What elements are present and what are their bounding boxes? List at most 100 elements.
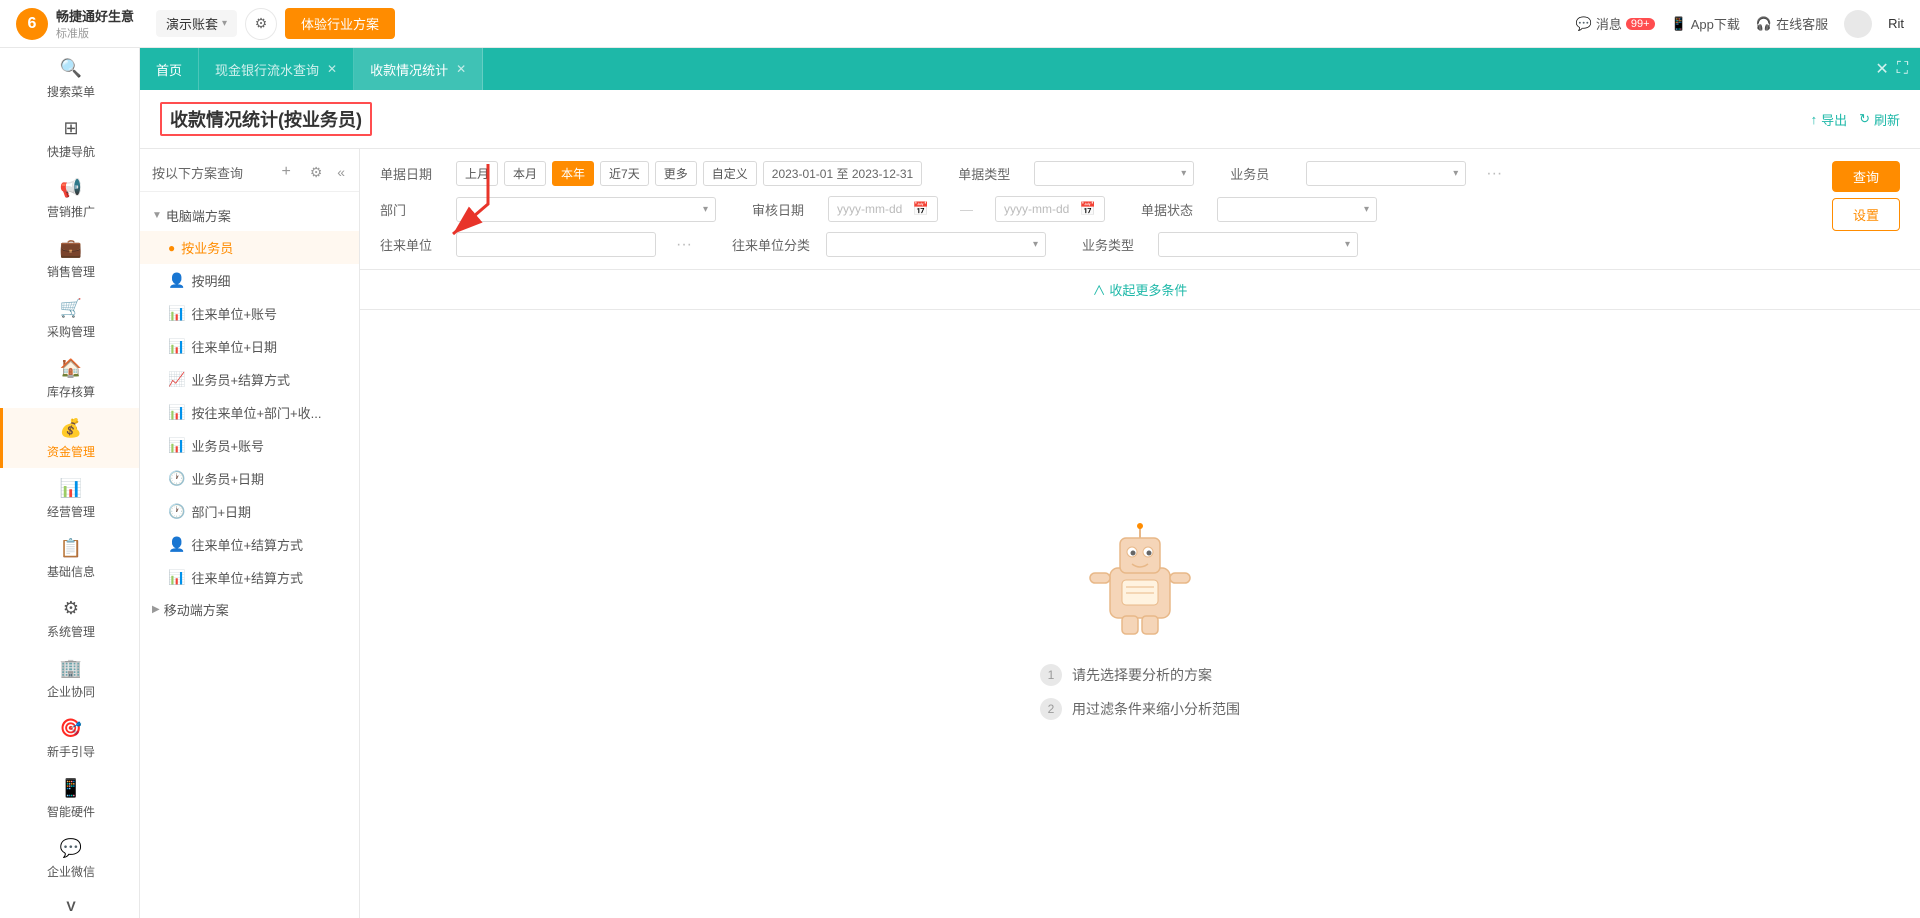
- sidebar-item-operations[interactable]: 📊 经营管理: [0, 468, 139, 528]
- scheme-icon: 📊: [168, 338, 185, 355]
- tab-home[interactable]: 首页: [140, 48, 199, 90]
- empty-step-1: 1 请先选择要分析的方案: [1040, 664, 1240, 686]
- company-selector[interactable]: 演示账套 ▾: [156, 10, 237, 37]
- collapse-icon: ∧: [1093, 283, 1106, 298]
- dept-select[interactable]: [456, 197, 716, 222]
- scheme-salesperson-date[interactable]: 🕐 业务员+日期: [140, 462, 359, 495]
- scheme-label: 往来单位+账号: [191, 304, 277, 323]
- tab-close-cash-flow[interactable]: ✕: [327, 62, 337, 76]
- gear-icon: ⚙: [63, 598, 79, 619]
- sidebar-item-label: 基础信息: [47, 563, 95, 580]
- partner-input[interactable]: [456, 232, 656, 257]
- tab-close-collection[interactable]: ✕: [456, 62, 466, 76]
- partner-category-select[interactable]: [826, 232, 1046, 257]
- export-button[interactable]: ↑ 导出: [1811, 110, 1848, 129]
- sidebar-item-search-menu[interactable]: 🔍 搜索菜单: [0, 48, 139, 108]
- tab-maximize-btn[interactable]: ⛶: [1897, 60, 1908, 78]
- sidebar-item-label: 搜索菜单: [47, 83, 95, 100]
- desktop-group-header[interactable]: ▼ 电脑端方案: [140, 200, 359, 231]
- header-nav: 演示账套 ▾ ⚙ 体验行业方案: [156, 8, 1576, 40]
- sidebar-item-marketing[interactable]: 📢 营销推广: [0, 168, 139, 228]
- partner-label: 往来单位: [380, 235, 440, 254]
- app-download-btn[interactable]: 📱 App下载: [1671, 14, 1740, 33]
- scheme-by-salesperson[interactable]: ● 按业务员: [140, 231, 359, 264]
- scheme-label: 往来单位+结算方式: [191, 535, 303, 554]
- cart-icon: 🛒: [60, 298, 82, 319]
- top-header: 6 畅捷通好生意 标准版 演示账套 ▾ ⚙ 体验行业方案 💬 消息 99+ 📱 …: [0, 0, 1920, 48]
- scheme-label: 按明细: [191, 271, 230, 290]
- date-btn-7days[interactable]: 近7天: [600, 161, 649, 186]
- user-avatar[interactable]: [1844, 10, 1872, 38]
- sidebar-item-purchase[interactable]: 🛒 采购管理: [0, 288, 139, 348]
- salesperson-select-wrapper: ▾: [1306, 161, 1466, 186]
- scheme-settings-btn[interactable]: ⚙: [305, 161, 327, 183]
- scheme-salesperson-acct[interactable]: 📊 业务员+账号: [140, 429, 359, 462]
- page-actions: ↑ 导出 ↻ 刷新: [1811, 110, 1900, 129]
- refresh-icon: ↻: [1859, 111, 1870, 127]
- query-button[interactable]: 查询: [1832, 161, 1900, 192]
- audit-to-input[interactable]: yyyy-mm-dd 📅: [995, 196, 1105, 222]
- sidebar-item-finance[interactable]: 💰 资金管理: [0, 408, 139, 468]
- filter-row-3: 往来单位 ··· 往来单位分类 ▾ 业务类型: [380, 232, 1812, 257]
- scheme-salesperson-method[interactable]: 📈 业务员+结算方式: [140, 363, 359, 396]
- sidebar-item-member[interactable]: V 畅会员: [0, 888, 139, 918]
- settings-button[interactable]: 设置: [1832, 198, 1900, 231]
- date-btn-this-year[interactable]: 本年: [552, 161, 594, 186]
- doc-status-select[interactable]: [1217, 197, 1377, 222]
- trial-industry-button[interactable]: 体验行业方案: [285, 8, 395, 39]
- sidebar-item-label: 系统管理: [47, 623, 95, 640]
- date-btn-last-month[interactable]: 上月: [456, 161, 498, 186]
- scheme-partner-account[interactable]: 📊 往来单位+账号: [140, 297, 359, 330]
- sidebar-item-inventory[interactable]: 🏠 库存核算: [0, 348, 139, 408]
- money-icon: 💰: [60, 418, 82, 439]
- building-icon: 🏢: [60, 658, 82, 679]
- main-layout: 🔍 搜索菜单 ⊞ 快捷导航 📢 营销推广 💼 销售管理 🛒 采购管理 🏠 库存核…: [0, 48, 1920, 918]
- scheme-label: 业务员+日期: [191, 469, 264, 488]
- collapse-conditions-btn[interactable]: ∧ 收起更多条件: [360, 270, 1920, 310]
- scheme-dept-date[interactable]: 🕐 部门+日期: [140, 495, 359, 528]
- content-area: 首页 现金银行流水查询 ✕ 收款情况统计 ✕ ✕ ⛶ 收款情况统计(按业务员) …: [140, 48, 1920, 918]
- sidebar-item-enterprise[interactable]: 🏢 企业协同: [0, 648, 139, 708]
- tab-close-window-btn[interactable]: ✕: [1875, 59, 1888, 79]
- salesperson-select[interactable]: [1306, 161, 1466, 186]
- sidebar-item-sys-admin[interactable]: ⚙ 系统管理: [0, 588, 139, 648]
- online-service-btn[interactable]: 🎧 在线客服: [1756, 14, 1828, 33]
- settings-gear-btn[interactable]: ⚙: [245, 8, 277, 40]
- tab-bar: 首页 现金银行流水查询 ✕ 收款情况统计 ✕ ✕ ⛶: [140, 48, 1920, 90]
- username-display: Rit: [1888, 16, 1904, 31]
- expand-icon: ▶: [152, 604, 160, 615]
- doc-type-select[interactable]: [1034, 161, 1194, 186]
- logo-area: 6 畅捷通好生意 标准版: [16, 6, 156, 41]
- sidebar-item-label: 企业协同: [47, 683, 95, 700]
- audit-from-input[interactable]: yyyy-mm-dd 📅: [828, 196, 938, 222]
- partner-more-btn[interactable]: ···: [672, 236, 696, 254]
- step-1-text: 请先选择要分析的方案: [1072, 665, 1212, 685]
- messages-btn[interactable]: 💬 消息 99+: [1576, 14, 1655, 33]
- scheme-partner-date[interactable]: 📊 往来单位+日期: [140, 330, 359, 363]
- salesperson-more-btn[interactable]: ···: [1482, 165, 1506, 183]
- date-btn-more[interactable]: 更多: [655, 161, 697, 186]
- scheme-partner-method1[interactable]: 👤 往来单位+结算方式: [140, 528, 359, 561]
- scheme-partner-dept-collect[interactable]: 📊 按往来单位+部门+收...: [140, 396, 359, 429]
- sidebar-item-smart-hw[interactable]: 📱 智能硬件: [0, 768, 139, 828]
- biz-type-select[interactable]: [1158, 232, 1358, 257]
- tab-collection-stats[interactable]: 收款情况统计 ✕: [354, 48, 483, 90]
- sidebar-item-guide[interactable]: 🎯 新手引导: [0, 708, 139, 768]
- collapse-panel-btn[interactable]: «: [335, 162, 347, 182]
- sidebar-item-base-info[interactable]: 📋 基础信息: [0, 528, 139, 588]
- scheme-by-detail[interactable]: 👤 按明细: [140, 264, 359, 297]
- sidebar-item-wechat[interactable]: 💬 企业微信: [0, 828, 139, 888]
- tab-cash-flow[interactable]: 现金银行流水查询 ✕: [199, 48, 354, 90]
- date-btn-this-month[interactable]: 本月: [504, 161, 546, 186]
- mobile-group-header[interactable]: ▶ 移动端方案: [140, 594, 359, 625]
- scheme-icon: 🕐: [168, 470, 185, 487]
- add-scheme-btn[interactable]: +: [275, 161, 297, 183]
- message-icon: 💬: [1576, 16, 1592, 32]
- sidebar-item-quick-nav[interactable]: ⊞ 快捷导航: [0, 108, 139, 168]
- phone-icon: 📱: [1671, 16, 1687, 32]
- scheme-partner-method2[interactable]: 📊 往来单位+结算方式: [140, 561, 359, 594]
- date-buttons: 上月 本月 本年 近7天 更多 自定义 2023-01-01 至: [456, 161, 922, 186]
- refresh-button[interactable]: ↻ 刷新: [1859, 110, 1900, 129]
- date-btn-custom[interactable]: 自定义: [703, 161, 757, 186]
- sidebar-item-sales[interactable]: 💼 销售管理: [0, 228, 139, 288]
